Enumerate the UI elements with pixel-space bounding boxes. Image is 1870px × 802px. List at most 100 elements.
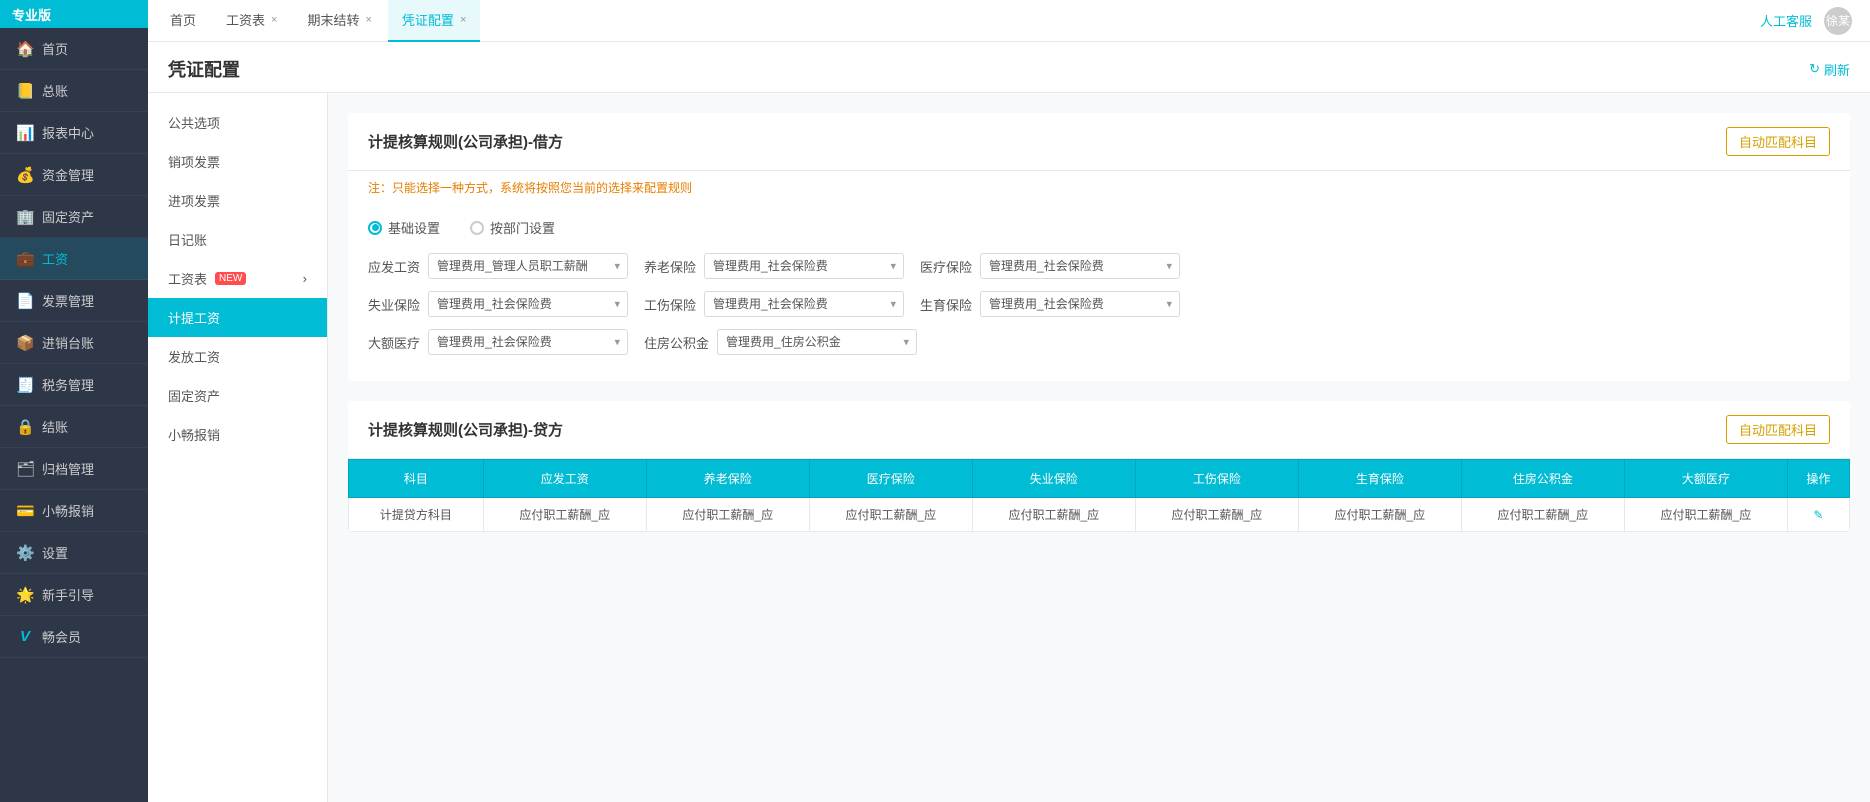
- tab-period[interactable]: 期末结转 ×: [293, 0, 385, 42]
- sidebar-item-reports[interactable]: 📊 报表中心: [0, 112, 148, 154]
- select-yfgz[interactable]: 管理费用_管理人员职工薪酬: [428, 253, 628, 279]
- tab-voucher[interactable]: 凭证配置 ×: [388, 0, 480, 42]
- dept-settings-label: 按部门设置: [490, 218, 555, 237]
- xiaochang-icon: 💳: [16, 502, 34, 520]
- menu-sales-invoice-label: 销项发票: [168, 152, 220, 171]
- menu-sales-invoice[interactable]: 销项发票: [148, 142, 327, 181]
- menu-fixed-assets-label: 固定资产: [168, 386, 220, 405]
- credit-auto-match-button[interactable]: 自动匹配科目: [1726, 415, 1830, 444]
- select-yljr-input[interactable]: 管理费用_社会保险费: [704, 253, 904, 279]
- tab-payroll[interactable]: 工资表 ×: [212, 0, 291, 42]
- sidebar-item-capital[interactable]: 💰 资金管理: [0, 154, 148, 196]
- page-title: 凭证配置: [168, 56, 240, 82]
- tab-voucher-label: 凭证配置: [402, 10, 454, 29]
- sidebar-item-archive[interactable]: 🗂 归档管理: [0, 448, 148, 490]
- refresh-label: 刷新: [1824, 60, 1850, 79]
- tab-payroll-label: 工资表: [226, 10, 265, 29]
- sidebar-item-ledger[interactable]: 📒 总账: [0, 70, 148, 112]
- debit-auto-match-button[interactable]: 自动匹配科目: [1726, 127, 1830, 156]
- cell-dayl: 应付职工薪酬_应: [1624, 498, 1787, 532]
- debit-section-body: 基础设置 按部门设置 应发工资: [348, 204, 1850, 381]
- field-syjr: 失业保险 管理费用_社会保险费: [368, 291, 628, 317]
- select-dayl[interactable]: 管理费用_社会保险费: [428, 329, 628, 355]
- refresh-button[interactable]: ↻ 刷新: [1809, 60, 1850, 79]
- sidebar-item-xiaochang[interactable]: 💳 小畅报销: [0, 490, 148, 532]
- select-gsjr[interactable]: 管理费用_社会保险费: [704, 291, 904, 317]
- cell-gsjr: 应付职工薪酬_应: [1135, 498, 1298, 532]
- select-yljr[interactable]: 管理费用_社会保险费: [704, 253, 904, 279]
- sidebar-item-label: 资金管理: [42, 165, 94, 184]
- sidebar-item-member[interactable]: V 畅会员: [0, 616, 148, 658]
- th-syjr2: 生育保险: [1298, 460, 1461, 498]
- cell-zfgjj: 应付职工薪酬_应: [1461, 498, 1624, 532]
- select-yljr2-input[interactable]: 管理费用_社会保险费: [980, 253, 1180, 279]
- label-dayl: 大额医疗: [368, 333, 420, 352]
- debit-section: 计提核算规则(公司承担)-借方 自动匹配科目 注：只能选择一种方式，系统将按照您…: [348, 113, 1850, 381]
- tab-home[interactable]: 首页: [156, 0, 210, 42]
- field-yljr: 养老保险 管理费用_社会保险费: [644, 253, 904, 279]
- label-syjr: 失业保险: [368, 295, 420, 314]
- sidebar-item-label: 设置: [42, 543, 68, 562]
- edit-icon[interactable]: ✎: [1813, 508, 1823, 522]
- label-zfgjj: 住房公积金: [644, 333, 709, 352]
- user-avatar[interactable]: 徐某: [1824, 7, 1852, 35]
- sidebar-item-label: 固定资产: [42, 207, 94, 226]
- tab-period-close[interactable]: ×: [365, 14, 371, 26]
- ledger-icon: 📒: [16, 82, 34, 100]
- top-right: 人工客服 徐某: [1760, 7, 1862, 35]
- sidebar-item-label: 首页: [42, 39, 68, 58]
- menu-payroll-table[interactable]: 工资表 NEW ›: [148, 259, 327, 298]
- select-syjr2[interactable]: 管理费用_社会保险费: [980, 291, 1180, 317]
- debit-section-note: 注：只能选择一种方式，系统将按照您当前的选择来配置规则: [348, 171, 1850, 204]
- sidebar-item-invoices[interactable]: 📄 发票管理: [0, 280, 148, 322]
- menu-purchase-invoice[interactable]: 进项发票: [148, 181, 327, 220]
- dept-settings-radio-circle: [470, 221, 484, 235]
- menu-pay-salary[interactable]: 发放工资: [148, 337, 327, 376]
- table-row: 计提贷方科目 应付职工薪酬_应 应付职工薪酬_应 应付职工薪酬_应 应付职工薪酬…: [349, 498, 1850, 532]
- sidebar-item-label: 归档管理: [42, 459, 94, 478]
- tab-voucher-close[interactable]: ×: [460, 14, 466, 26]
- sidebar-item-closing[interactable]: 🔒 结账: [0, 406, 148, 448]
- select-gsjr-input[interactable]: 管理费用_社会保险费: [704, 291, 904, 317]
- menu-journal[interactable]: 日记账: [148, 220, 327, 259]
- select-zfgjj-input[interactable]: 管理费用_住房公积金: [717, 329, 917, 355]
- menu-fixed-assets[interactable]: 固定资产: [148, 376, 327, 415]
- sidebar-item-salary[interactable]: 💼 工资: [0, 238, 148, 280]
- menu-journal-label: 日记账: [168, 230, 207, 249]
- sidebar-item-label: 小畅报销: [42, 501, 94, 520]
- dept-settings-radio[interactable]: 按部门设置: [470, 218, 555, 237]
- sidebar-item-assets[interactable]: 🏢 固定资产: [0, 196, 148, 238]
- sidebar-item-guide[interactable]: 🌟 新手引导: [0, 574, 148, 616]
- sidebar-item-settings[interactable]: ⚙️ 设置: [0, 532, 148, 574]
- select-syjr[interactable]: 管理费用_社会保险费: [428, 291, 628, 317]
- tab-period-label: 期末结转: [307, 10, 359, 29]
- select-syjr-input[interactable]: 管理费用_社会保险费: [428, 291, 628, 317]
- basic-settings-label: 基础设置: [388, 218, 440, 237]
- menu-calc-salary[interactable]: 计提工资: [148, 298, 327, 337]
- refresh-icon: ↻: [1809, 61, 1820, 77]
- sidebar-header-label: 专业版: [12, 5, 51, 24]
- menu-expense[interactable]: 小畅报销: [148, 415, 327, 454]
- sidebar-item-inventory[interactable]: 📦 进销台账: [0, 322, 148, 364]
- select-yfgz-input[interactable]: 管理费用_管理人员职工薪酬: [428, 253, 628, 279]
- menu-public[interactable]: 公共选项: [148, 103, 327, 142]
- basic-settings-radio[interactable]: 基础设置: [368, 218, 440, 237]
- th-action: 操作: [1787, 460, 1849, 498]
- member-icon: V: [16, 628, 34, 645]
- select-dayl-input[interactable]: 管理费用_社会保险费: [428, 329, 628, 355]
- service-label[interactable]: 人工客服: [1760, 11, 1812, 30]
- inventory-icon: 📦: [16, 334, 34, 352]
- select-yljr2[interactable]: 管理费用_社会保险费: [980, 253, 1180, 279]
- label-yljr2: 医疗保险: [920, 257, 972, 276]
- select-syjr2-input[interactable]: 管理费用_社会保险费: [980, 291, 1180, 317]
- tab-home-label: 首页: [170, 10, 196, 29]
- th-yfgz: 应发工资: [483, 460, 646, 498]
- credit-section-header: 计提核算规则(公司承担)-贷方 自动匹配科目: [348, 401, 1850, 459]
- sidebar-item-home[interactable]: 🏠 首页: [0, 28, 148, 70]
- tab-payroll-close[interactable]: ×: [271, 14, 277, 26]
- th-dayl: 大额医疗: [1624, 460, 1787, 498]
- sidebar-item-tax[interactable]: 🧾 税务管理: [0, 364, 148, 406]
- table-header-row: 科目 应发工资 养老保险 医疗保险 失业保险 工伤保险 生育保险 住房公积金 大…: [349, 460, 1850, 498]
- cell-action[interactable]: ✎: [1787, 498, 1849, 532]
- select-zfgjj[interactable]: 管理费用_住房公积金: [717, 329, 917, 355]
